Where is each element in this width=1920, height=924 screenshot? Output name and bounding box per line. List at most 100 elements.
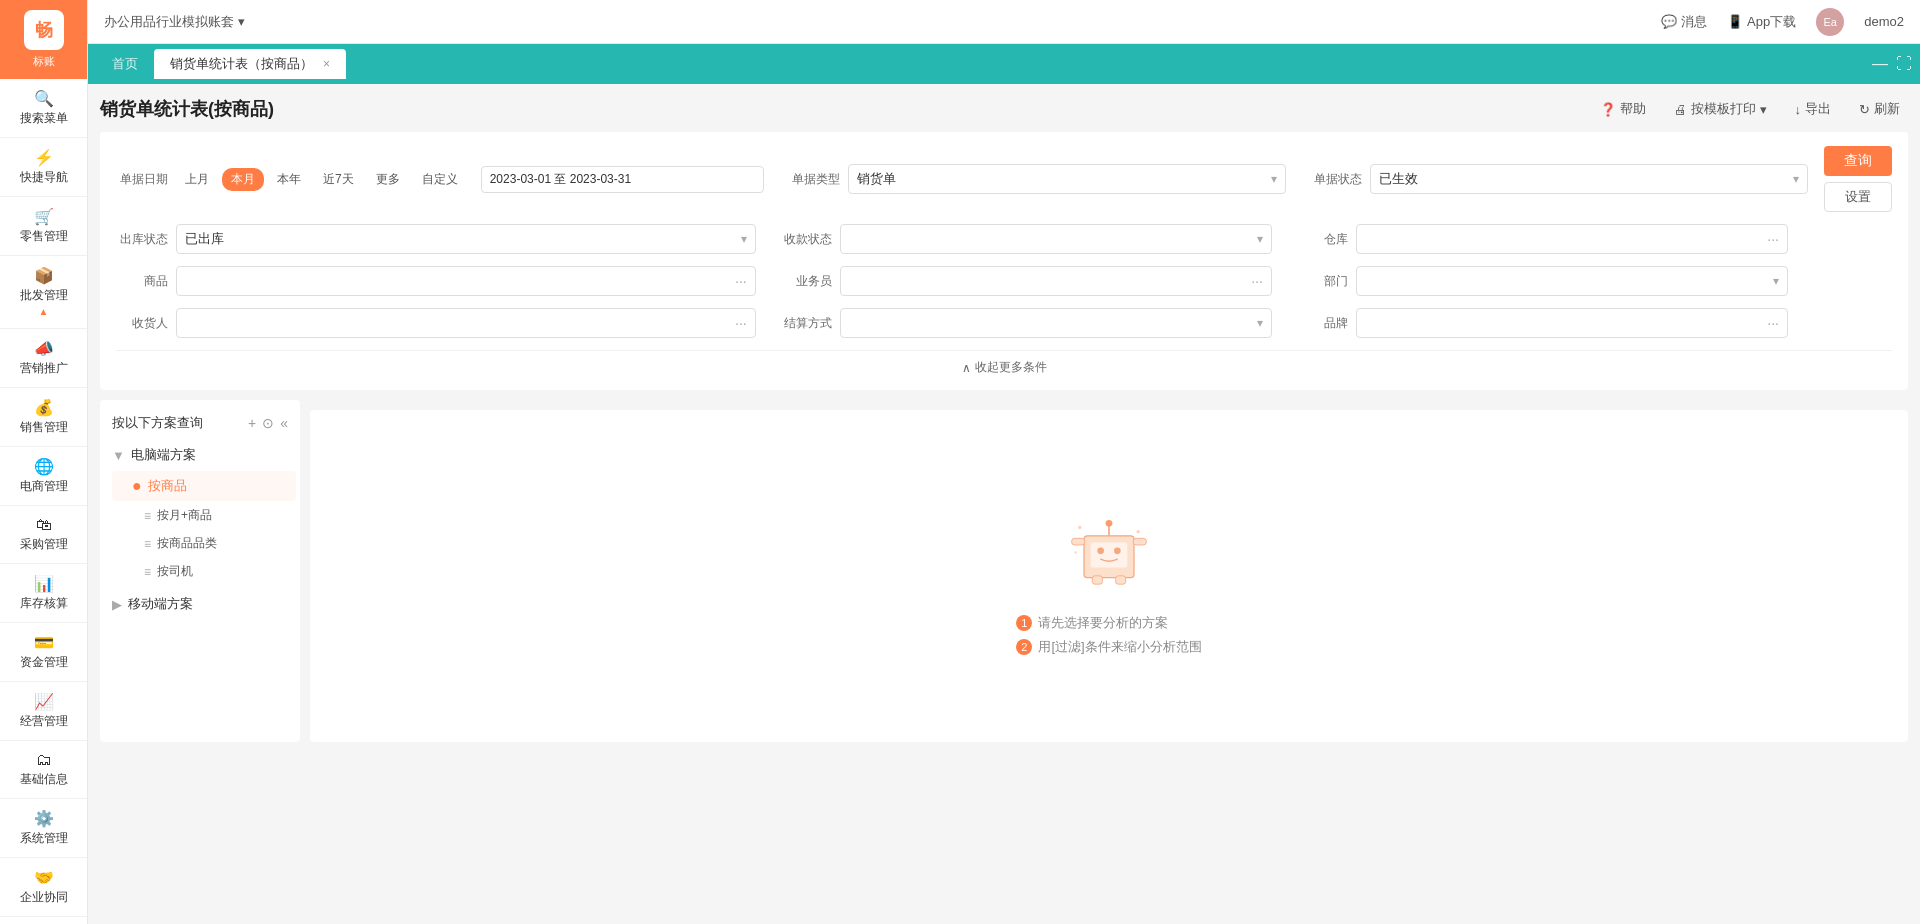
filter-outstatus: 出库状态 已出库 ▾ bbox=[116, 224, 756, 254]
lp-mobile-title[interactable]: ▶ 移动端方案 bbox=[100, 589, 300, 619]
staff-control[interactable]: ··· bbox=[840, 266, 1272, 296]
help-button[interactable]: ❓ 帮助 bbox=[1592, 96, 1654, 122]
query-button[interactable]: 查询 bbox=[1824, 146, 1892, 176]
page-header: 销货单统计表(按商品) ❓ 帮助 🖨 按模板打印 ▾ ↓ 导出 ↻ 刷新 bbox=[100, 96, 1908, 122]
lp-collapse-icon[interactable]: « bbox=[280, 415, 288, 431]
goods-label: 商品 bbox=[116, 273, 168, 290]
date-curr-month[interactable]: 本月 bbox=[222, 168, 264, 191]
filter-payment: 结算方式 ▾ bbox=[780, 308, 1272, 338]
payment-control[interactable]: ▾ bbox=[840, 308, 1272, 338]
app-download-button[interactable]: 📱 App下载 bbox=[1727, 13, 1796, 31]
driver-label: 按司机 bbox=[157, 563, 193, 580]
lp-sub-item-category[interactable]: ≡ 按商品品类 bbox=[112, 530, 296, 557]
date-prev-month[interactable]: 上月 bbox=[176, 168, 218, 191]
driver-icon: ≡ bbox=[144, 565, 151, 579]
topbar-right: 💬 消息 📱 App下载 Ea demo2 bbox=[1661, 8, 1904, 36]
lp-item-bygoods[interactable]: ● 按商品 bbox=[112, 471, 296, 501]
sidebar-item-ecommerce[interactable]: 🌐 电商管理 bbox=[0, 447, 87, 506]
sidebar-item-quicknav[interactable]: ⚡ 快捷导航 bbox=[0, 138, 87, 197]
topbar-left: 办公用品行业模拟账套 ▾ bbox=[104, 13, 245, 31]
sidebar-item-sales[interactable]: 💰 销售管理 bbox=[0, 388, 87, 447]
consignee-control[interactable]: ··· bbox=[176, 308, 756, 338]
sidebar: 畅 标账 🔍 搜索菜单 ⚡ 快捷导航 🛒 零售管理 📦 批发管理 ▲ 📣 营销推… bbox=[0, 0, 88, 924]
quicknav-icon: ⚡ bbox=[4, 148, 83, 167]
industry-text: 办公用品行业模拟账套 bbox=[104, 13, 234, 31]
sidebar-item-baseinfo[interactable]: 🗂 基础信息 bbox=[0, 741, 87, 799]
brand-label: 品牌 bbox=[1296, 315, 1348, 332]
collapse-up-icon: ∧ bbox=[962, 361, 971, 375]
sidebar-item-retail[interactable]: 🛒 零售管理 bbox=[0, 197, 87, 256]
sidebar-item-purchase[interactable]: 🛍 采购管理 bbox=[0, 506, 87, 564]
lp-sub-item-driver[interactable]: ≡ 按司机 bbox=[112, 558, 296, 585]
sidebar-item-system[interactable]: ⚙️ 系统管理 bbox=[0, 799, 87, 858]
filter-row-3: 商品 ··· 业务员 ··· 部门 bbox=[116, 266, 1892, 296]
filter-docstatus: 单据状态 已生效 ▾ bbox=[1310, 164, 1808, 194]
export-button[interactable]: ↓ 导出 bbox=[1787, 96, 1840, 122]
filter-date: 单据日期 上月 本月 本年 近7天 更多 自定义 2023-03-01 至 20… bbox=[116, 166, 764, 193]
lp-sub-item-monthgoods[interactable]: ≡ 按月+商品 bbox=[112, 502, 296, 529]
sidebar-item-collab[interactable]: 🤝 企业协同 bbox=[0, 858, 87, 917]
left-panel: 按以下方案查询 + ⊙ « ▼ 电脑端方案 ● 按 bbox=[100, 400, 300, 742]
desktop-toggle-icon: ▼ bbox=[112, 448, 125, 463]
lp-desktop-title[interactable]: ▼ 电脑端方案 bbox=[100, 440, 300, 470]
tab-maximize-icon[interactable]: ⛶ bbox=[1896, 55, 1912, 73]
hint-num-1: 1 bbox=[1016, 615, 1032, 631]
tab-minimize-icon[interactable]: — bbox=[1872, 55, 1888, 73]
query-action-area: 查询 设置 bbox=[1824, 146, 1892, 212]
tab-active[interactable]: 销货单统计表（按商品） × bbox=[154, 49, 346, 79]
collapse-more-button[interactable]: ∧ 收起更多条件 bbox=[116, 350, 1892, 384]
receivestatus-control[interactable]: ▾ bbox=[840, 224, 1272, 254]
dept-control[interactable]: ▾ bbox=[1356, 266, 1788, 296]
message-button[interactable]: 💬 消息 bbox=[1661, 13, 1707, 31]
warehouse-dots: ··· bbox=[1767, 231, 1779, 247]
monthgoods-icon: ≡ bbox=[144, 509, 151, 523]
docstatus-control[interactable]: 已生效 ▾ bbox=[1370, 164, 1808, 194]
brand-control[interactable]: ··· bbox=[1356, 308, 1788, 338]
warehouse-control[interactable]: ··· bbox=[1356, 224, 1788, 254]
user-avatar[interactable]: Ea bbox=[1816, 8, 1844, 36]
sidebar-item-operations[interactable]: 📈 经营管理 bbox=[0, 682, 87, 741]
industry-selector[interactable]: 办公用品行业模拟账套 ▾ bbox=[104, 13, 245, 31]
sidebar-item-finance[interactable]: 💳 资金管理 bbox=[0, 623, 87, 682]
category-icon: ≡ bbox=[144, 537, 151, 551]
baseinfo-icon: 🗂 bbox=[4, 751, 83, 769]
empty-hint-2: 2 用[过滤]条件来缩小分析范围 bbox=[1016, 638, 1201, 656]
settings-button[interactable]: 设置 bbox=[1824, 182, 1892, 212]
sidebar-item-inventory[interactable]: 📊 库存核算 bbox=[0, 564, 87, 623]
goods-control[interactable]: ··· bbox=[176, 266, 756, 296]
date-week[interactable]: 近7天 bbox=[314, 168, 363, 191]
outstatus-control[interactable]: 已出库 ▾ bbox=[176, 224, 756, 254]
content-area: 销货单统计表(按商品) ❓ 帮助 🖨 按模板打印 ▾ ↓ 导出 ↻ 刷新 bbox=[88, 84, 1920, 924]
print-icon: 🖨 bbox=[1674, 102, 1687, 117]
logo-text: 标账 bbox=[33, 54, 55, 69]
sidebar-item-search[interactable]: 🔍 搜索菜单 bbox=[0, 79, 87, 138]
filter-row-2: 出库状态 已出库 ▾ 收款状态 ▾ 仓库 bbox=[116, 224, 1892, 254]
sales-icon: 💰 bbox=[4, 398, 83, 417]
user-avatar-text: Ea bbox=[1824, 16, 1837, 28]
date-range-input[interactable]: 2023-03-01 至 2023-03-31 bbox=[481, 166, 764, 193]
sidebar-item-wholesale[interactable]: 📦 批发管理 ▲ bbox=[0, 256, 87, 329]
date-year[interactable]: 本年 bbox=[268, 168, 310, 191]
sidebar-label-collab: 企业协同 bbox=[4, 889, 83, 906]
sidebar-item-marketing[interactable]: 📣 营销推广 bbox=[0, 329, 87, 388]
sidebar-item-newguide[interactable]: 📖 新手引导 bbox=[0, 917, 87, 924]
doctype-control[interactable]: 销货单 ▾ bbox=[848, 164, 1286, 194]
sidebar-label-system: 系统管理 bbox=[4, 830, 83, 847]
lp-add-icon[interactable]: + bbox=[248, 415, 256, 431]
date-more[interactable]: 更多 bbox=[367, 168, 409, 191]
warehouse-label: 仓库 bbox=[1296, 231, 1348, 248]
tab-close-icon[interactable]: × bbox=[323, 57, 330, 71]
username-label[interactable]: demo2 bbox=[1864, 14, 1904, 29]
lp-settings-icon[interactable]: ⊙ bbox=[262, 415, 274, 431]
app-logo[interactable]: 畅 标账 bbox=[0, 0, 87, 79]
staff-label: 业务员 bbox=[780, 273, 832, 290]
tab-home[interactable]: 首页 bbox=[96, 49, 154, 79]
filter-dept: 部门 ▾ bbox=[1296, 266, 1788, 296]
refresh-button[interactable]: ↻ 刷新 bbox=[1851, 96, 1908, 122]
date-custom[interactable]: 自定义 bbox=[413, 168, 467, 191]
print-button[interactable]: 🖨 按模板打印 ▾ bbox=[1666, 96, 1775, 122]
svg-rect-1 bbox=[1091, 543, 1128, 568]
sidebar-label-operations: 经营管理 bbox=[4, 713, 83, 730]
print-label: 按模板打印 bbox=[1691, 100, 1756, 118]
inventory-icon: 📊 bbox=[4, 574, 83, 593]
